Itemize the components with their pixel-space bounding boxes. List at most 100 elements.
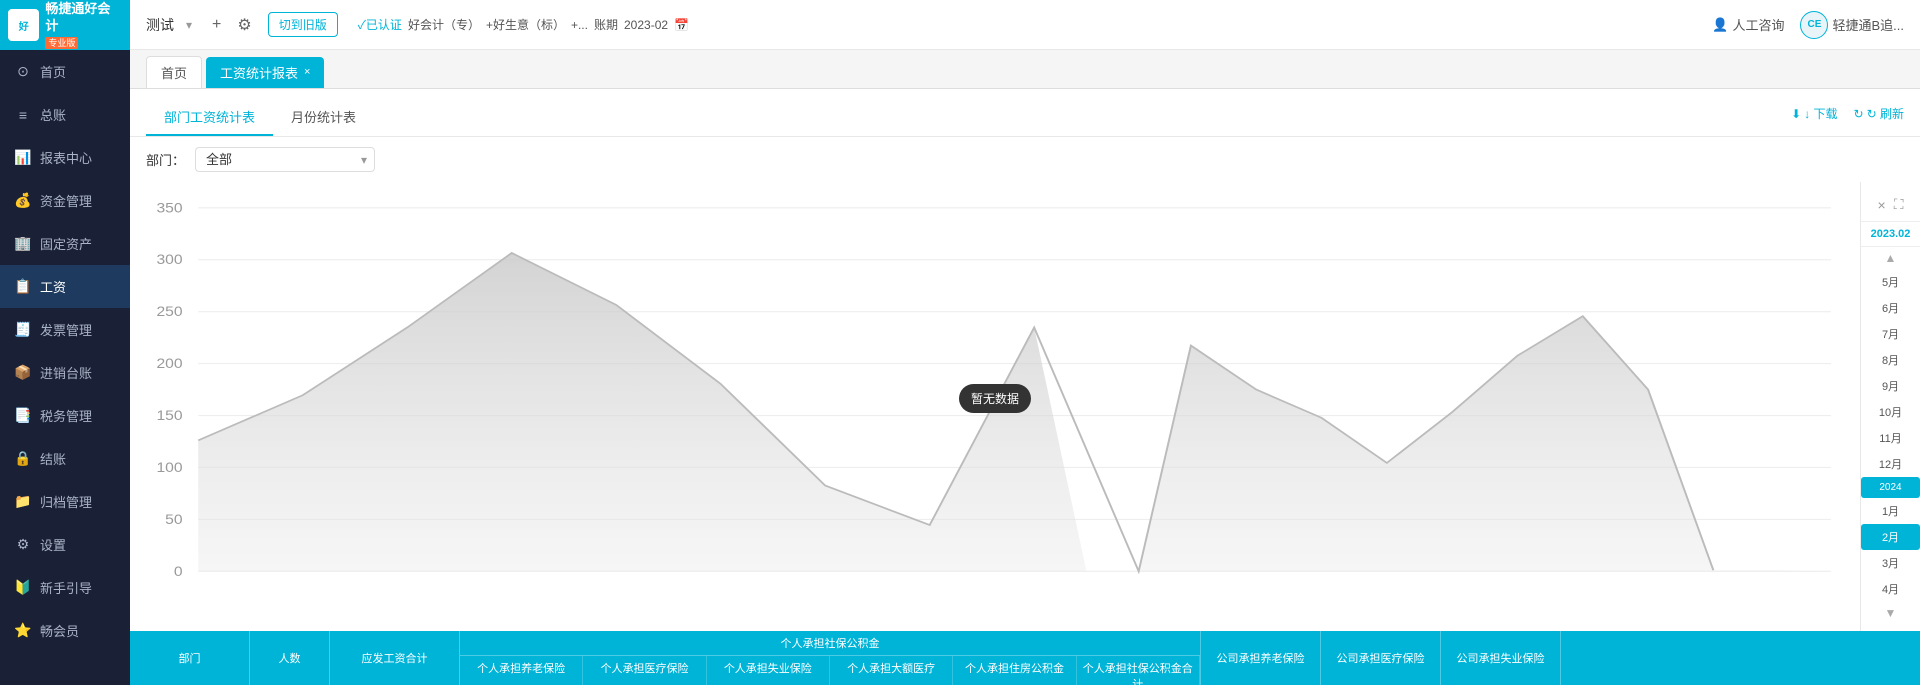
chart-area: 350 300 250 200 150 100 50 0	[130, 182, 1860, 631]
month-4[interactable]: 4月	[1861, 576, 1920, 602]
dropdown-arrow[interactable]: ▾	[186, 18, 192, 32]
user-profile[interactable]: CE 轻捷通B追...	[1800, 11, 1904, 39]
sidebar-icon-reports: 📊	[14, 149, 32, 166]
right-panel-expand[interactable]: ⛶	[1892, 194, 1906, 215]
sidebar-icon-archive: 📁	[14, 493, 32, 510]
month-3[interactable]: 3月	[1861, 550, 1920, 576]
sidebar-label-ledger: 总账	[40, 105, 66, 124]
sidebar-label-assets: 固定资产	[40, 234, 92, 253]
home-tab-label: 首页	[161, 63, 187, 82]
sidebar-label-guide: 新手引导	[40, 578, 92, 597]
add-button[interactable]: +	[208, 12, 225, 38]
sidebar-items: ⊙首页≡总账📊报表中心 💰 资金管理 🏢固定资产 📋 工资 🧾 发票管理 📦进销台账 📑 税务管理 🔒…	[0, 50, 130, 652]
th-company-pension: 公司承担养老保险	[1201, 631, 1321, 685]
subtab-monthly[interactable]: 月份统计表	[273, 99, 374, 136]
download-button[interactable]: ⬇ ↓ 下载	[1791, 105, 1837, 122]
th-dept: 部门	[130, 631, 250, 685]
month-10[interactable]: 10月	[1861, 399, 1920, 425]
month-5[interactable]: 5月	[1861, 269, 1920, 295]
th-personal-group-cells: 个人承担养老保险 个人承担医疗保险 个人承担失业保险 个人承担大额医疗 个人承担…	[460, 656, 1200, 685]
calendar-icon[interactable]: 📅	[674, 18, 689, 32]
sidebar-item-funds[interactable]: 💰 资金管理	[0, 179, 130, 222]
sidebar-item-purchase[interactable]: 📦进销台账	[0, 351, 130, 394]
dept-filter-label: 部门：	[146, 150, 185, 169]
sidebar-item-invoice[interactable]: 🧾 发票管理	[0, 308, 130, 351]
month-9[interactable]: 9月	[1861, 373, 1920, 399]
sidebar: 好 畅捷通好会计 专业版 ⊙首页≡总账📊报表中心💰资金管理🏢固定资产📋工资🧾发票…	[0, 0, 130, 685]
sidebar-item-assets[interactable]: 🏢固定资产	[0, 222, 130, 265]
topbar-right: 👤 人工咨询 CE 轻捷通B追...	[1712, 11, 1904, 39]
sidebar-icon-close: 🔒	[14, 450, 32, 467]
logo-text: 畅捷通好会计 专业版	[45, 1, 122, 50]
month-12[interactable]: 12月	[1861, 451, 1920, 477]
sidebar-item-archive[interactable]: 📁 归档管理	[0, 480, 130, 523]
sidebar-icon-salary: 📋	[14, 278, 32, 295]
svg-text:250: 250	[156, 305, 182, 320]
subtabs: 部门工资统计表 月份统计表 ⬇ ↓ 下载 ↻ ↻ 刷新	[130, 89, 1920, 137]
sidebar-item-guide[interactable]: 🔰 新手引导	[0, 566, 130, 609]
th-count: 人数	[250, 631, 330, 685]
right-panel-controls: × ⛶	[1861, 188, 1920, 222]
th-total-salary: 应发工资合计	[330, 631, 460, 685]
sidebar-label-purchase: 进销台账	[40, 363, 92, 382]
ai-icon: 👤	[1712, 17, 1728, 33]
sidebar-icon-tax: 📑	[14, 407, 32, 424]
year-2024-label: 2024	[1861, 477, 1920, 498]
period-value: 2023-02	[624, 18, 668, 32]
sidebar-item-reports[interactable]: 📊报表中心	[0, 136, 130, 179]
th-personal-bigmedical: 个人承担大额医疗	[830, 656, 953, 685]
sidebar-item-salary[interactable]: 📋 工资	[0, 265, 130, 308]
main-content: 测试 ▾ + ⚙ 切到旧版 ✓已认证 好会计（专） +好生意（标） +... 账…	[130, 0, 1920, 685]
th-personal-group: 个人承担社保公积金 个人承担养老保险 个人承担医疗保险 个人承担失业保险 个人承…	[460, 631, 1201, 685]
sidebar-label-close: 结账	[40, 449, 66, 468]
tab-home[interactable]: 首页	[146, 56, 202, 88]
sidebar-label-tax: 税务管理	[40, 406, 92, 425]
sidebar-item-settings[interactable]: ⚙设置	[0, 523, 130, 566]
sidebar-label-archive: 归档管理	[40, 492, 92, 511]
month-1[interactable]: 1月	[1861, 498, 1920, 524]
project-name: 测试	[146, 15, 174, 35]
th-company-unemployment: 公司承担失业保险	[1441, 631, 1561, 685]
svg-text:350: 350	[156, 201, 182, 216]
refresh-button[interactable]: ↻ ↻ 刷新	[1854, 105, 1904, 122]
sidebar-label-invoice: 发票管理	[40, 320, 92, 339]
business-type: +好生意（标）	[486, 16, 565, 33]
sidebar-icon-funds: 💰	[14, 192, 32, 209]
right-panel-close[interactable]: ×	[1876, 194, 1888, 215]
th-personal-medical: 个人承担医疗保险	[583, 656, 706, 685]
salary-report-label: 工资统计报表	[220, 63, 298, 82]
sidebar-label-salary: 工资	[40, 277, 66, 296]
svg-text:50: 50	[165, 513, 182, 528]
more-label: +...	[571, 18, 588, 32]
tab-close-icon[interactable]: ×	[304, 66, 310, 78]
settings-button[interactable]: ⚙	[233, 11, 255, 39]
sidebar-item-home[interactable]: ⊙首页	[0, 50, 130, 93]
month-11[interactable]: 11月	[1861, 425, 1920, 451]
account-type: 好会计（专）	[408, 16, 480, 33]
ai-consult-button[interactable]: 👤 人工咨询	[1712, 15, 1784, 34]
sidebar-item-member[interactable]: ⭐畅会员	[0, 609, 130, 652]
sidebar-item-close[interactable]: 🔒 结账	[0, 437, 130, 480]
sidebar-icon-settings: ⚙	[14, 536, 32, 553]
sidebar-label-member: 畅会员	[40, 621, 79, 640]
th-personal-unemployment: 个人承担失业保险	[707, 656, 830, 685]
month-7[interactable]: 7月	[1861, 321, 1920, 347]
panel-down-button[interactable]: ▼	[1861, 602, 1920, 624]
sidebar-item-ledger[interactable]: ≡总账	[0, 93, 130, 136]
sidebar-icon-guide: 🔰	[14, 579, 32, 596]
month-8[interactable]: 8月	[1861, 347, 1920, 373]
panel-up-button[interactable]: ▲	[1861, 247, 1920, 269]
sidebar-label-funds: 资金管理	[40, 191, 92, 210]
th-personal-total: 个人承担社保公积金合计	[1077, 656, 1200, 685]
username-label: 轻捷通B追...	[1832, 15, 1904, 34]
sidebar-item-tax[interactable]: 📑 税务管理	[0, 394, 130, 437]
sidebar-icon-invoice: 🧾	[14, 321, 32, 338]
subtab-dept[interactable]: 部门工资统计表	[146, 99, 273, 136]
tab-salary-report[interactable]: 工资统计报表 ×	[206, 57, 324, 88]
switch-version-button[interactable]: 切到旧版	[268, 12, 338, 37]
dept-filter-wrap: 全部 部门1 部门2	[195, 147, 375, 172]
month-6[interactable]: 6月	[1861, 295, 1920, 321]
year-display: 2023.02	[1861, 222, 1920, 247]
dept-filter-select[interactable]: 全部 部门1 部门2	[195, 147, 375, 172]
month-2[interactable]: 2月	[1861, 524, 1920, 550]
